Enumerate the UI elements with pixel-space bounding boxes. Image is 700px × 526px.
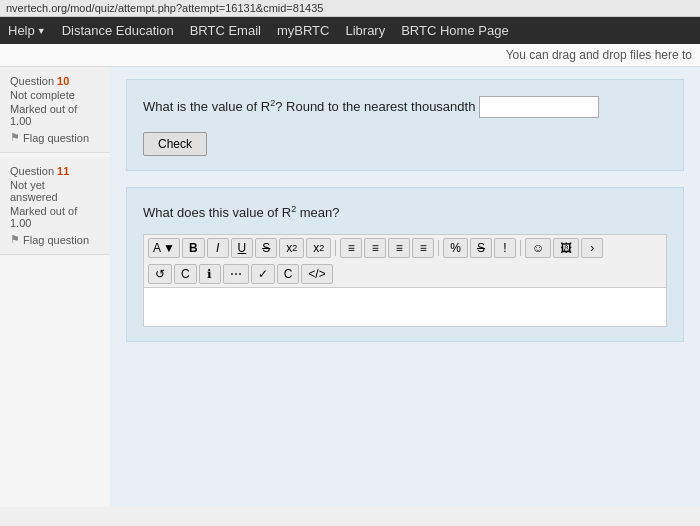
superscript-button[interactable]: x2: [306, 238, 331, 258]
question-11-status: Not yet answered: [10, 179, 100, 203]
percent-button[interactable]: %: [443, 238, 468, 258]
check-row: Check: [143, 132, 667, 156]
nav-brtc-email[interactable]: BRTC Email: [190, 23, 261, 38]
question-11-text: What does this value of R2 mean?: [143, 204, 667, 220]
indent-less-button[interactable]: ≡: [388, 238, 410, 258]
questions-area: What is the value of R2? Round to the ne…: [110, 67, 700, 507]
question-10-marked: Marked out of 1.00: [10, 103, 100, 127]
answer-input-10[interactable]: [479, 96, 599, 118]
code-button[interactable]: </>: [301, 264, 332, 284]
question-11-label: Question 11: [10, 165, 100, 177]
image-button[interactable]: 🖼: [553, 238, 579, 258]
editor-area-11[interactable]: [143, 287, 667, 327]
flag-question-11[interactable]: ⚑ Flag question: [10, 233, 100, 246]
indent-more-button[interactable]: ≡: [412, 238, 434, 258]
editor-toolbar-row2: ↺ C ℹ ⋯ ✓ C </>: [143, 261, 667, 287]
flag-icon-11: ⚑: [10, 233, 20, 246]
strikethrough-button[interactable]: S: [255, 238, 277, 258]
subscript-button[interactable]: x2: [279, 238, 304, 258]
toolbar-divider-2: [438, 240, 439, 256]
more-button[interactable]: ›: [581, 238, 603, 258]
nav-help[interactable]: Help ▼: [8, 23, 46, 38]
chevron-down-icon: ▼: [37, 26, 46, 36]
ordered-list-button[interactable]: ≡: [364, 238, 386, 258]
check-mark-button[interactable]: ✓: [251, 264, 275, 284]
editor-toolbar-row1: A ▼ B I U S x2 x2 ≡ ≡ ≡ ≡ % S ! ☺: [143, 234, 667, 261]
check-button-10[interactable]: Check: [143, 132, 207, 156]
nav-brtc-home[interactable]: BRTC Home Page: [401, 23, 508, 38]
nav-library[interactable]: Library: [345, 23, 385, 38]
question-10-status: Not complete: [10, 89, 100, 101]
info-button[interactable]: ℹ: [199, 264, 221, 284]
dropdown-arrow: ▼: [163, 241, 175, 255]
question-11-number: 11: [57, 165, 69, 177]
question-10-label: Question 10: [10, 75, 100, 87]
question-10-number: 10: [57, 75, 69, 87]
nav-bar: Help ▼ Distance Education BRTC Email myB…: [0, 17, 700, 44]
emoji-button[interactable]: ☺: [525, 238, 551, 258]
sidebar-question-11: Question 11 Not yet answered Marked out …: [0, 157, 110, 255]
font-dropdown[interactable]: A ▼: [148, 238, 180, 258]
undo-button[interactable]: ↺: [148, 264, 172, 284]
drop-zone-hint: You can drag and drop files here to: [0, 44, 700, 67]
exclaim-button[interactable]: !: [494, 238, 516, 258]
special1-button[interactable]: S: [470, 238, 492, 258]
nav-mybrtc[interactable]: myBRTC: [277, 23, 329, 38]
dots-button[interactable]: ⋯: [223, 264, 249, 284]
redo-button[interactable]: C: [174, 264, 197, 284]
underline-button[interactable]: U: [231, 238, 254, 258]
bold-button[interactable]: B: [182, 238, 205, 258]
sidebar-question-10: Question 10 Not complete Marked out of 1…: [0, 67, 110, 153]
flag-icon: ⚑: [10, 131, 20, 144]
unordered-list-button[interactable]: ≡: [340, 238, 362, 258]
toolbar-divider-1: [335, 240, 336, 256]
url-bar: nvertech.org/mod/quiz/attempt.php?attemp…: [0, 0, 700, 17]
main-content: Question 10 Not complete Marked out of 1…: [0, 67, 700, 507]
italic-button[interactable]: I: [207, 238, 229, 258]
question-11-marked: Marked out of 1.00: [10, 205, 100, 229]
toolbar-divider-3: [520, 240, 521, 256]
nav-distance-education[interactable]: Distance Education: [62, 23, 174, 38]
question-10-content: What is the value of R2? Round to the ne…: [126, 79, 684, 171]
sidebar: Question 10 Not complete Marked out of 1…: [0, 67, 110, 507]
question-10-text: What is the value of R2? Round to the ne…: [143, 96, 667, 118]
c-button[interactable]: C: [277, 264, 300, 284]
question-11-content: What does this value of R2 mean? A ▼ B I…: [126, 187, 684, 342]
flag-question-10[interactable]: ⚑ Flag question: [10, 131, 100, 144]
